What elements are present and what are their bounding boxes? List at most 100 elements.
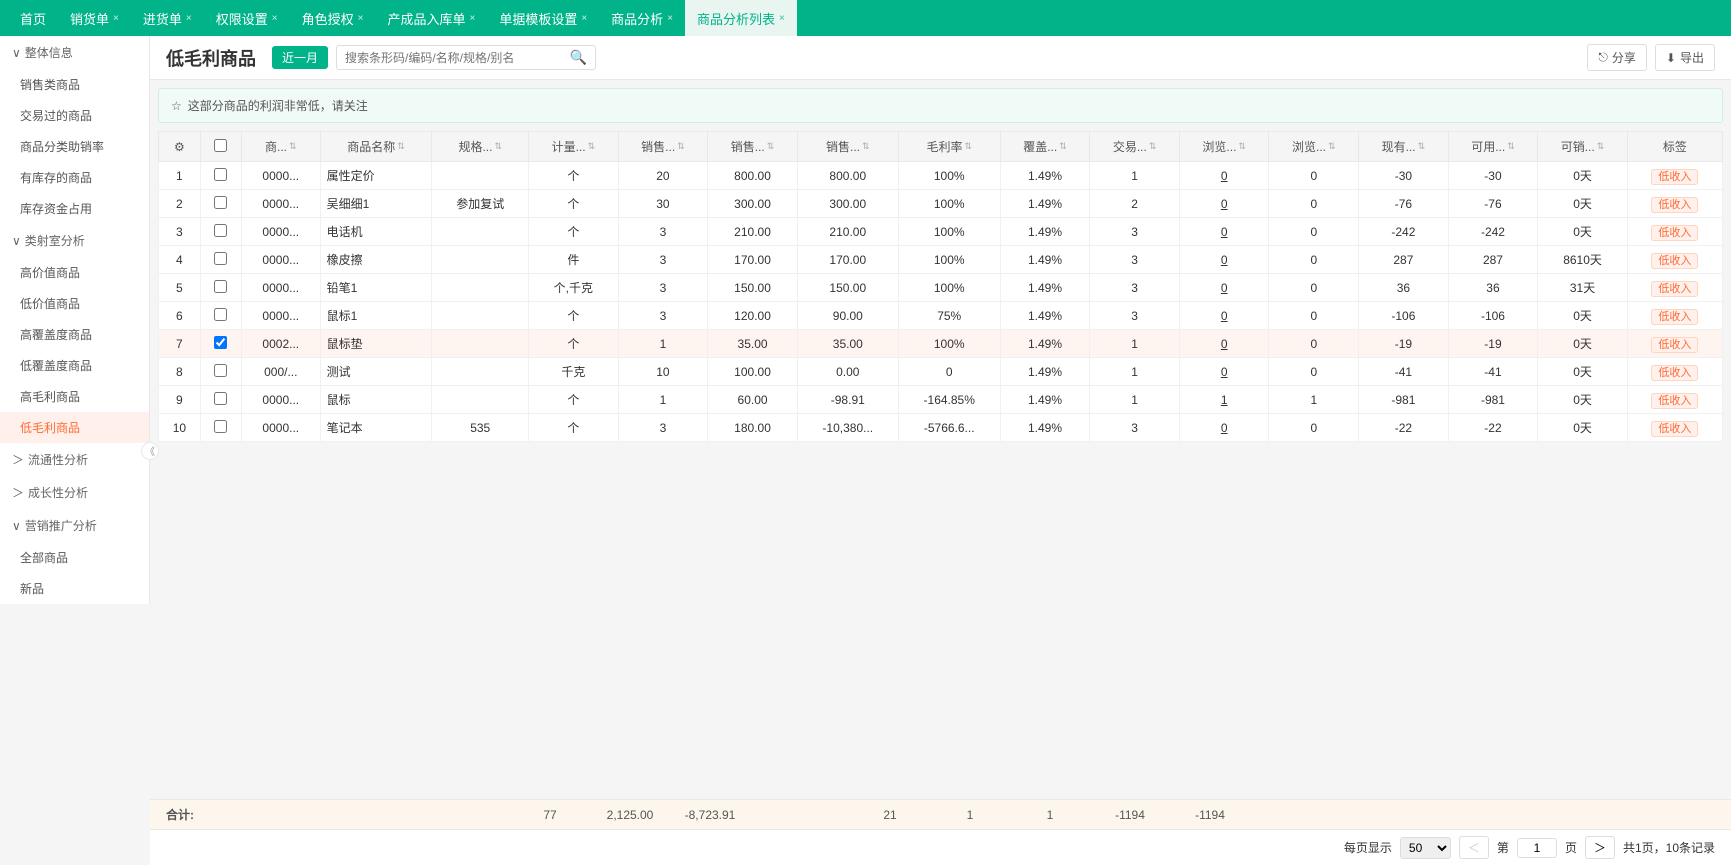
views1-link[interactable]: 0 bbox=[1221, 309, 1228, 323]
nav-item-purchase[interactable]: 进货单 × bbox=[131, 0, 204, 36]
row-views1[interactable]: 0 bbox=[1179, 246, 1269, 274]
row-checkbox[interactable] bbox=[214, 420, 227, 433]
views1-link[interactable]: 1 bbox=[1221, 393, 1228, 407]
row-views1[interactable]: 1 bbox=[1179, 386, 1269, 414]
views1-link[interactable]: 0 bbox=[1221, 253, 1228, 267]
export-button[interactable]: ⬇ 导出 bbox=[1655, 44, 1715, 71]
nav-item-home[interactable]: 首页 bbox=[8, 0, 58, 36]
close-icon[interactable]: × bbox=[358, 13, 364, 24]
sidebar-item-low-coverage[interactable]: 低覆盖度商品 bbox=[0, 350, 149, 381]
row-checkbox[interactable] bbox=[214, 392, 227, 405]
filter-period-button[interactable]: 近一月 bbox=[272, 46, 328, 69]
row-checkbox-cell[interactable] bbox=[200, 358, 241, 386]
sidebar-item-all-products[interactable]: 全部商品 bbox=[0, 542, 149, 573]
views1-link[interactable]: 0 bbox=[1221, 197, 1228, 211]
row-checkbox-cell[interactable] bbox=[200, 274, 241, 302]
col-available-stock[interactable]: 可用...⇅ bbox=[1448, 132, 1538, 162]
next-page-button[interactable]: ＞ bbox=[1585, 836, 1615, 859]
col-views2[interactable]: 浏览...⇅ bbox=[1269, 132, 1359, 162]
col-code[interactable]: 商...⇅ bbox=[241, 132, 320, 162]
nav-item-product-analysis[interactable]: 商品分析 × bbox=[599, 0, 685, 36]
close-icon[interactable]: × bbox=[779, 13, 785, 24]
sidebar-collapse-button[interactable]: 《 bbox=[141, 442, 159, 460]
row-checkbox[interactable] bbox=[214, 364, 227, 377]
col-settings[interactable]: ⚙ bbox=[159, 132, 201, 162]
views1-link[interactable]: 0 bbox=[1221, 225, 1228, 239]
row-views1[interactable]: 0 bbox=[1179, 330, 1269, 358]
row-checkbox-cell[interactable] bbox=[200, 162, 241, 190]
row-name[interactable]: 吴细细1 bbox=[320, 190, 432, 218]
row-name[interactable]: 鼠标垫 bbox=[320, 330, 432, 358]
sidebar-item-high-margin[interactable]: 高毛利商品 bbox=[0, 381, 149, 412]
views1-link[interactable]: 0 bbox=[1221, 337, 1228, 351]
close-icon[interactable]: × bbox=[186, 13, 192, 24]
row-views1[interactable]: 0 bbox=[1179, 274, 1269, 302]
row-views1[interactable]: 0 bbox=[1179, 162, 1269, 190]
sidebar-group-growth[interactable]: ＞ 成长性分析 bbox=[0, 476, 149, 509]
row-checkbox-cell[interactable] bbox=[200, 302, 241, 330]
col-tag[interactable]: 标签 bbox=[1627, 132, 1722, 162]
select-all-checkbox[interactable] bbox=[214, 139, 227, 152]
row-checkbox[interactable] bbox=[214, 168, 227, 181]
row-name[interactable]: 鼠标1 bbox=[320, 302, 432, 330]
col-name[interactable]: 商品名称⇅ bbox=[320, 132, 432, 162]
nav-item-product-warehouse[interactable]: 产成品入库单 × bbox=[375, 0, 487, 36]
views1-link[interactable]: 0 bbox=[1221, 365, 1228, 379]
close-icon[interactable]: × bbox=[113, 13, 119, 24]
nav-item-template[interactable]: 单据模板设置 × bbox=[487, 0, 599, 36]
row-name[interactable]: 笔记本 bbox=[320, 414, 432, 442]
col-gross-margin[interactable]: 毛利率⇅ bbox=[898, 132, 1000, 162]
close-icon[interactable]: × bbox=[469, 13, 475, 24]
col-sales-amt[interactable]: 销售...⇅ bbox=[708, 132, 798, 162]
sidebar-item-category-rate[interactable]: 商品分类助销率 bbox=[0, 131, 149, 162]
row-checkbox-cell[interactable] bbox=[200, 386, 241, 414]
row-checkbox-cell[interactable] bbox=[200, 246, 241, 274]
prev-page-button[interactable]: ＜ bbox=[1459, 836, 1489, 859]
row-views1[interactable]: 0 bbox=[1179, 358, 1269, 386]
row-name[interactable]: 电话机 bbox=[320, 218, 432, 246]
sidebar-item-high-value[interactable]: 高价值商品 bbox=[0, 257, 149, 288]
views1-link[interactable]: 0 bbox=[1221, 421, 1228, 435]
col-checkbox[interactable] bbox=[200, 132, 241, 162]
row-name[interactable]: 铅笔1 bbox=[320, 274, 432, 302]
sidebar-item-stock-capital[interactable]: 库存资金占用 bbox=[0, 193, 149, 224]
col-unit[interactable]: 计量...⇅ bbox=[529, 132, 619, 162]
col-sales-profit[interactable]: 销售...⇅ bbox=[797, 132, 898, 162]
row-checkbox[interactable] bbox=[214, 196, 227, 209]
nav-item-permission[interactable]: 权限设置 × bbox=[204, 0, 290, 36]
sidebar-group-overall[interactable]: ∨ 整体信息 bbox=[0, 36, 149, 69]
sidebar-item-low-margin[interactable]: 低毛利商品 bbox=[0, 412, 149, 443]
row-views1[interactable]: 0 bbox=[1179, 218, 1269, 246]
search-icon[interactable]: 🔍 bbox=[570, 49, 587, 66]
row-name[interactable]: 属性定价 bbox=[320, 162, 432, 190]
sidebar-item-traded-products[interactable]: 交易过的商品 bbox=[0, 100, 149, 131]
col-spec[interactable]: 规格...⇅ bbox=[432, 132, 529, 162]
row-checkbox-cell[interactable] bbox=[200, 218, 241, 246]
views1-link[interactable]: 0 bbox=[1221, 281, 1228, 295]
row-name[interactable]: 橡皮擦 bbox=[320, 246, 432, 274]
row-checkbox[interactable] bbox=[214, 224, 227, 237]
sidebar-item-in-stock[interactable]: 有库存的商品 bbox=[0, 162, 149, 193]
sidebar-group-marketing[interactable]: ∨ 营销推广分析 bbox=[0, 509, 149, 542]
close-icon[interactable]: × bbox=[667, 13, 673, 24]
close-icon[interactable]: × bbox=[581, 13, 587, 24]
views1-link[interactable]: 0 bbox=[1221, 169, 1228, 183]
sidebar-item-new-products[interactable]: 新品 bbox=[0, 573, 149, 604]
share-button[interactable]: ⎋ 分享 bbox=[1587, 44, 1647, 71]
row-checkbox[interactable] bbox=[214, 336, 227, 349]
row-checkbox-cell[interactable] bbox=[200, 414, 241, 442]
row-checkbox[interactable] bbox=[214, 308, 227, 321]
page-number-input[interactable] bbox=[1517, 838, 1557, 858]
col-sales-qty[interactable]: 销售...⇅ bbox=[618, 132, 708, 162]
nav-item-sales[interactable]: 销货单 × bbox=[58, 0, 131, 36]
row-views1[interactable]: 0 bbox=[1179, 414, 1269, 442]
per-page-select[interactable]: 50 100 200 bbox=[1400, 837, 1451, 859]
sidebar-item-low-value[interactable]: 低价值商品 bbox=[0, 288, 149, 319]
row-checkbox[interactable] bbox=[214, 252, 227, 265]
col-views1[interactable]: 浏览...⇅ bbox=[1179, 132, 1269, 162]
close-icon[interactable]: × bbox=[272, 13, 278, 24]
nav-item-product-analysis-list[interactable]: 商品分析列表 × bbox=[685, 0, 797, 36]
col-current-stock[interactable]: 现有...⇅ bbox=[1359, 132, 1449, 162]
col-coverage[interactable]: 覆盖...⇅ bbox=[1000, 132, 1090, 162]
row-views1[interactable]: 0 bbox=[1179, 190, 1269, 218]
